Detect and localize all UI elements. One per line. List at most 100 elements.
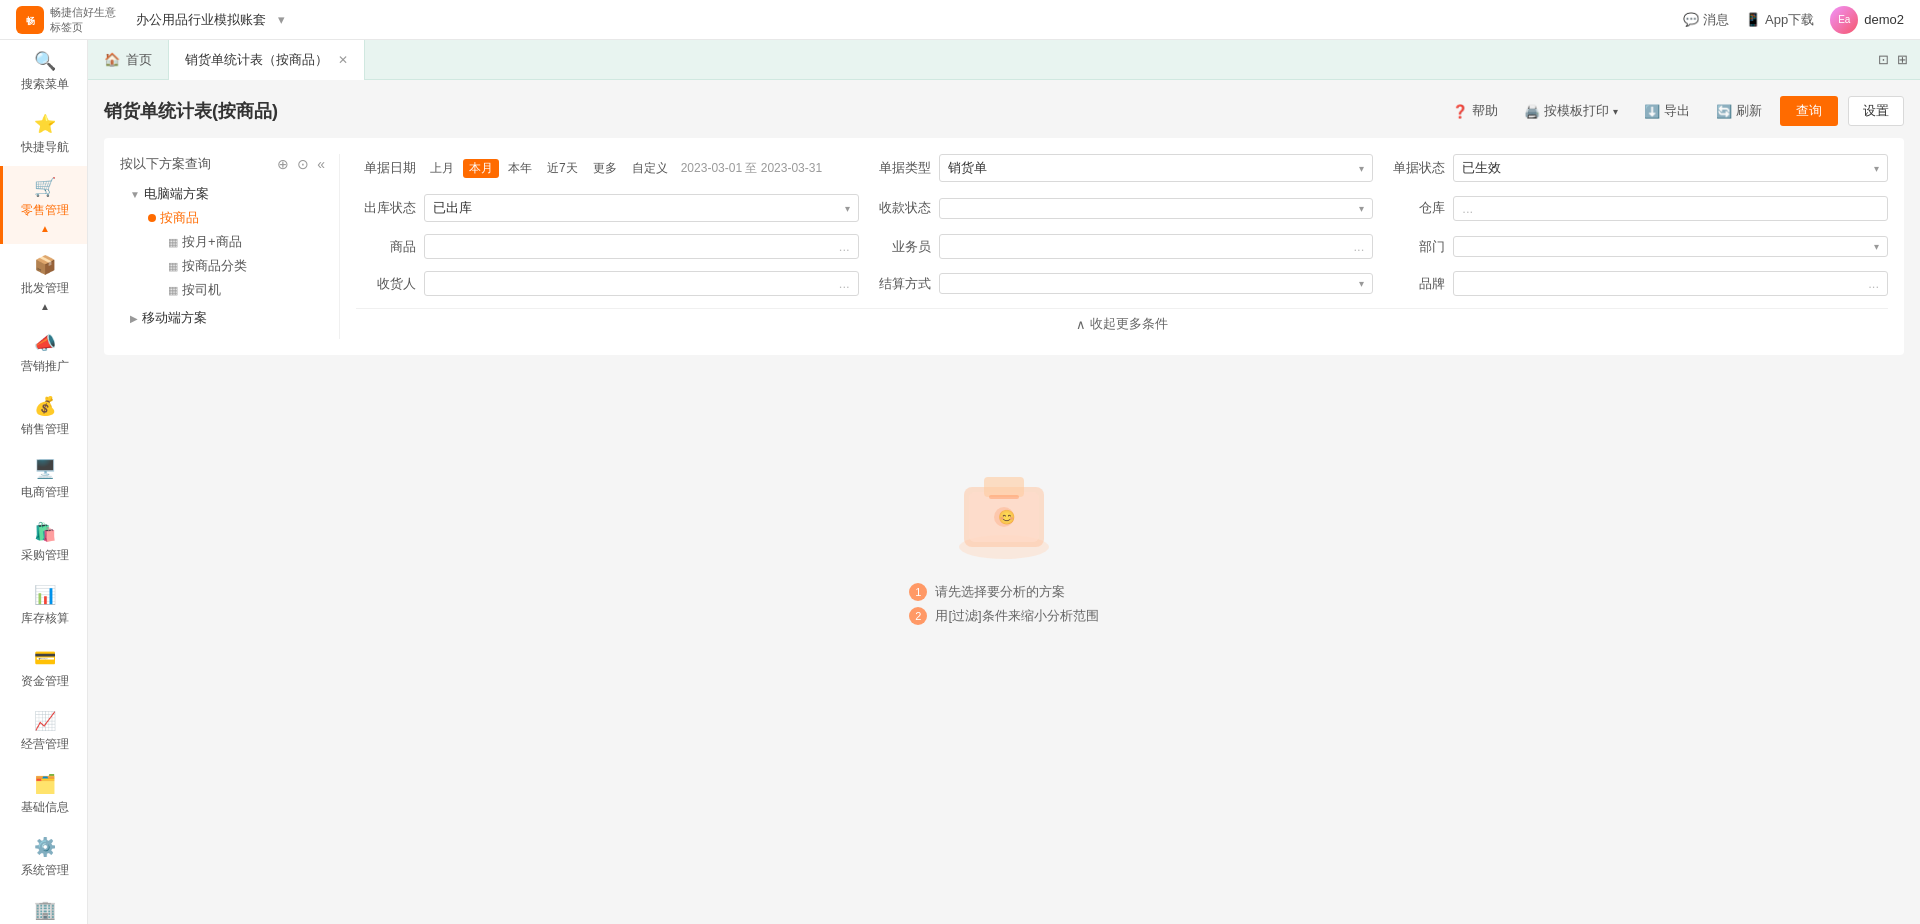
stock-out-value: 已出库 xyxy=(433,199,472,217)
finance-icon: 💳 xyxy=(34,647,56,669)
stock-out-select[interactable]: 已出库 ▾ xyxy=(424,194,859,222)
sidebar-item-retail[interactable]: 🛒 零售管理 ▲ xyxy=(0,166,87,244)
table-icon: ▦ xyxy=(168,236,178,249)
receiver-input[interactable]: ... xyxy=(424,271,859,296)
goods-input[interactable]: ... xyxy=(424,234,859,259)
doc-type-select[interactable]: 销货单 ▾ xyxy=(939,154,1374,182)
sidebar-item-label: 库存核算 xyxy=(21,610,69,627)
salesman-input[interactable]: ... xyxy=(939,234,1374,259)
filter-form: 单据日期 上月 本月 本年 近7天 更多 自定义 xyxy=(340,154,1888,339)
nav-dropdown-icon[interactable]: ▾ xyxy=(278,12,285,27)
filter-layout: 按以下方案查询 ⊕ ⊙ « ▼ xyxy=(120,154,1888,339)
filter-row-4: 收货人 ... 结算方式 ▾ xyxy=(356,271,1888,296)
sidebar-item-marketing[interactable]: 📣 营销推广 xyxy=(0,322,87,385)
filter-field-goods: 商品 ... xyxy=(356,234,859,259)
help-button[interactable]: ❓ 帮助 xyxy=(1444,98,1506,124)
sidebar-item-inventory[interactable]: 📊 库存核算 xyxy=(0,574,87,637)
brand-input[interactable]: ... xyxy=(1453,271,1888,296)
scheme-collapse-button[interactable]: « xyxy=(315,154,327,174)
maximize-icon[interactable]: ⊞ xyxy=(1897,52,1908,67)
select-arrow-icon: ▾ xyxy=(1874,241,1879,252)
filter-field-doc-type: 单据类型 销货单 ▾ xyxy=(871,154,1374,182)
app-download-button[interactable]: 📱 App下载 xyxy=(1745,11,1814,29)
sidebar-item-system[interactable]: ⚙️ 系统管理 xyxy=(0,826,87,889)
basic-icon: 🗂️ xyxy=(34,773,56,795)
filter-field-salesman: 业务员 ... xyxy=(871,234,1374,259)
filter-field-brand: 品牌 ... xyxy=(1385,271,1888,296)
sidebar-item-label: 经营管理 xyxy=(21,736,69,753)
expand-icon: ▲ xyxy=(40,301,50,312)
sidebar-item-wholesale[interactable]: 📦 批发管理 ▲ xyxy=(0,244,87,322)
date-this-month-btn[interactable]: 本月 xyxy=(463,159,499,178)
sidebar-item-sales[interactable]: 💰 销售管理 xyxy=(0,385,87,448)
scheme-add-button[interactable]: ⊕ xyxy=(275,154,291,174)
warehouse-input[interactable]: ... xyxy=(1453,196,1888,221)
sidebar-item-basic[interactable]: 🗂️ 基础信息 xyxy=(0,763,87,826)
expand-icon: ▲ xyxy=(40,223,50,234)
goods-dots-button[interactable]: ... xyxy=(839,239,850,254)
scheme-settings-button[interactable]: ⊙ xyxy=(295,154,311,174)
date-this-year-btn[interactable]: 本年 xyxy=(502,159,538,178)
message-button[interactable]: 💬 消息 xyxy=(1683,11,1729,29)
date-range-value: 2023-03-01 至 2023-03-31 xyxy=(681,160,822,177)
filter-field-stock-out: 出库状态 已出库 ▾ xyxy=(356,194,859,222)
salesman-dots-button[interactable]: ... xyxy=(1354,239,1365,254)
date-control: 上月 本月 本年 近7天 更多 自定义 2023-03-01 至 2023-03… xyxy=(424,159,859,178)
sidebar-item-ecommerce[interactable]: 🖥️ 电商管理 xyxy=(0,448,87,511)
scheme-item-by-goods[interactable]: 按商品 xyxy=(124,206,327,230)
receiver-dots-button[interactable]: ... xyxy=(839,276,850,291)
query-button[interactable]: 查询 xyxy=(1780,96,1838,126)
sidebar-item-purchase[interactable]: 🛍️ 采购管理 xyxy=(0,511,87,574)
minimize-icon[interactable]: ⊡ xyxy=(1878,52,1889,67)
page-header: 销货单统计表(按商品) ❓ 帮助 🖨️ 按模板打印 ▾ ⬇️ 导出 xyxy=(104,96,1904,126)
sidebar-item-enterprise[interactable]: 🏢 企业协同 xyxy=(0,889,87,924)
refresh-button[interactable]: 🔄 刷新 xyxy=(1708,98,1770,124)
scheme-group-mobile-label[interactable]: ▶ 移动端方案 xyxy=(124,306,327,330)
sidebar-item-finance[interactable]: 💳 资金管理 xyxy=(0,637,87,700)
date-last-month-btn[interactable]: 上月 xyxy=(424,159,460,178)
date-more-btn[interactable]: 更多 xyxy=(587,159,623,178)
scheme-item-category[interactable]: ▦ 按商品分类 xyxy=(124,254,327,278)
doc-status-select[interactable]: 已生效 ▾ xyxy=(1453,154,1888,182)
tab-close-button[interactable]: ✕ xyxy=(338,53,348,67)
dept-select[interactable]: ▾ xyxy=(1453,236,1888,257)
retail-icon: 🛒 xyxy=(34,176,56,198)
settle-label: 结算方式 xyxy=(871,275,931,293)
scheme-item-driver[interactable]: ▦ 按司机 xyxy=(124,278,327,302)
settings-button[interactable]: 设置 xyxy=(1848,96,1904,126)
sidebar: 🔍 搜索菜单 ⭐ 快捷导航 🛒 零售管理 ▲ 📦 批发管理 ▲ 📣 营销推广 💰… xyxy=(0,40,88,924)
scheme-group-pc-label[interactable]: ▼ 电脑端方案 xyxy=(124,182,327,206)
tab-home-label: 首页 xyxy=(126,51,152,69)
filter-field-date: 单据日期 上月 本月 本年 近7天 更多 自定义 xyxy=(356,159,859,178)
logo-area: 畅 畅捷信好生意 标签页 xyxy=(16,5,116,34)
sidebar-item-operations[interactable]: 📈 经营管理 xyxy=(0,700,87,763)
select-arrow-icon: ▾ xyxy=(1874,163,1879,174)
page-title: 销货单统计表(按商品) xyxy=(104,99,278,123)
brand-label: 品牌 xyxy=(1385,275,1445,293)
sidebar-item-search[interactable]: 🔍 搜索菜单 xyxy=(0,40,87,103)
svg-text:😊: 😊 xyxy=(998,509,1016,526)
marketing-icon: 📣 xyxy=(34,332,56,354)
user-name: demo2 xyxy=(1864,12,1904,27)
brand-dots-button[interactable]: ... xyxy=(1868,276,1879,291)
receipt-status-select[interactable]: ▾ xyxy=(939,198,1374,219)
tab-report[interactable]: 销货单统计表（按商品） ✕ xyxy=(169,40,365,80)
empty-hint-1: 1 请先选择要分析的方案 xyxy=(909,583,1098,601)
tab-home[interactable]: 🏠 首页 xyxy=(88,40,169,80)
collapse-bar[interactable]: ∧ 收起更多条件 xyxy=(356,308,1888,339)
wholesale-icon: 📦 xyxy=(34,254,56,276)
scheme-item-month-goods[interactable]: ▦ 按月+商品 xyxy=(124,230,327,254)
user-area[interactable]: Ea demo2 xyxy=(1830,6,1904,34)
sidebar-item-quicknav[interactable]: ⭐ 快捷导航 xyxy=(0,103,87,166)
export-button[interactable]: ⬇️ 导出 xyxy=(1636,98,1698,124)
date-7days-btn[interactable]: 近7天 xyxy=(541,159,584,178)
scheme-group-arrow: ▶ xyxy=(130,313,138,324)
settle-select[interactable]: ▾ xyxy=(939,273,1374,294)
select-arrow-icon: ▾ xyxy=(1359,278,1364,289)
filter-field-receipt-status: 收款状态 ▾ xyxy=(871,198,1374,219)
logo-icon: 畅 xyxy=(16,6,44,34)
warehouse-label: 仓库 xyxy=(1385,199,1445,217)
date-custom-btn[interactable]: 自定义 xyxy=(626,159,674,178)
enterprise-icon: 🏢 xyxy=(34,899,56,921)
print-button[interactable]: 🖨️ 按模板打印 ▾ xyxy=(1516,98,1626,124)
